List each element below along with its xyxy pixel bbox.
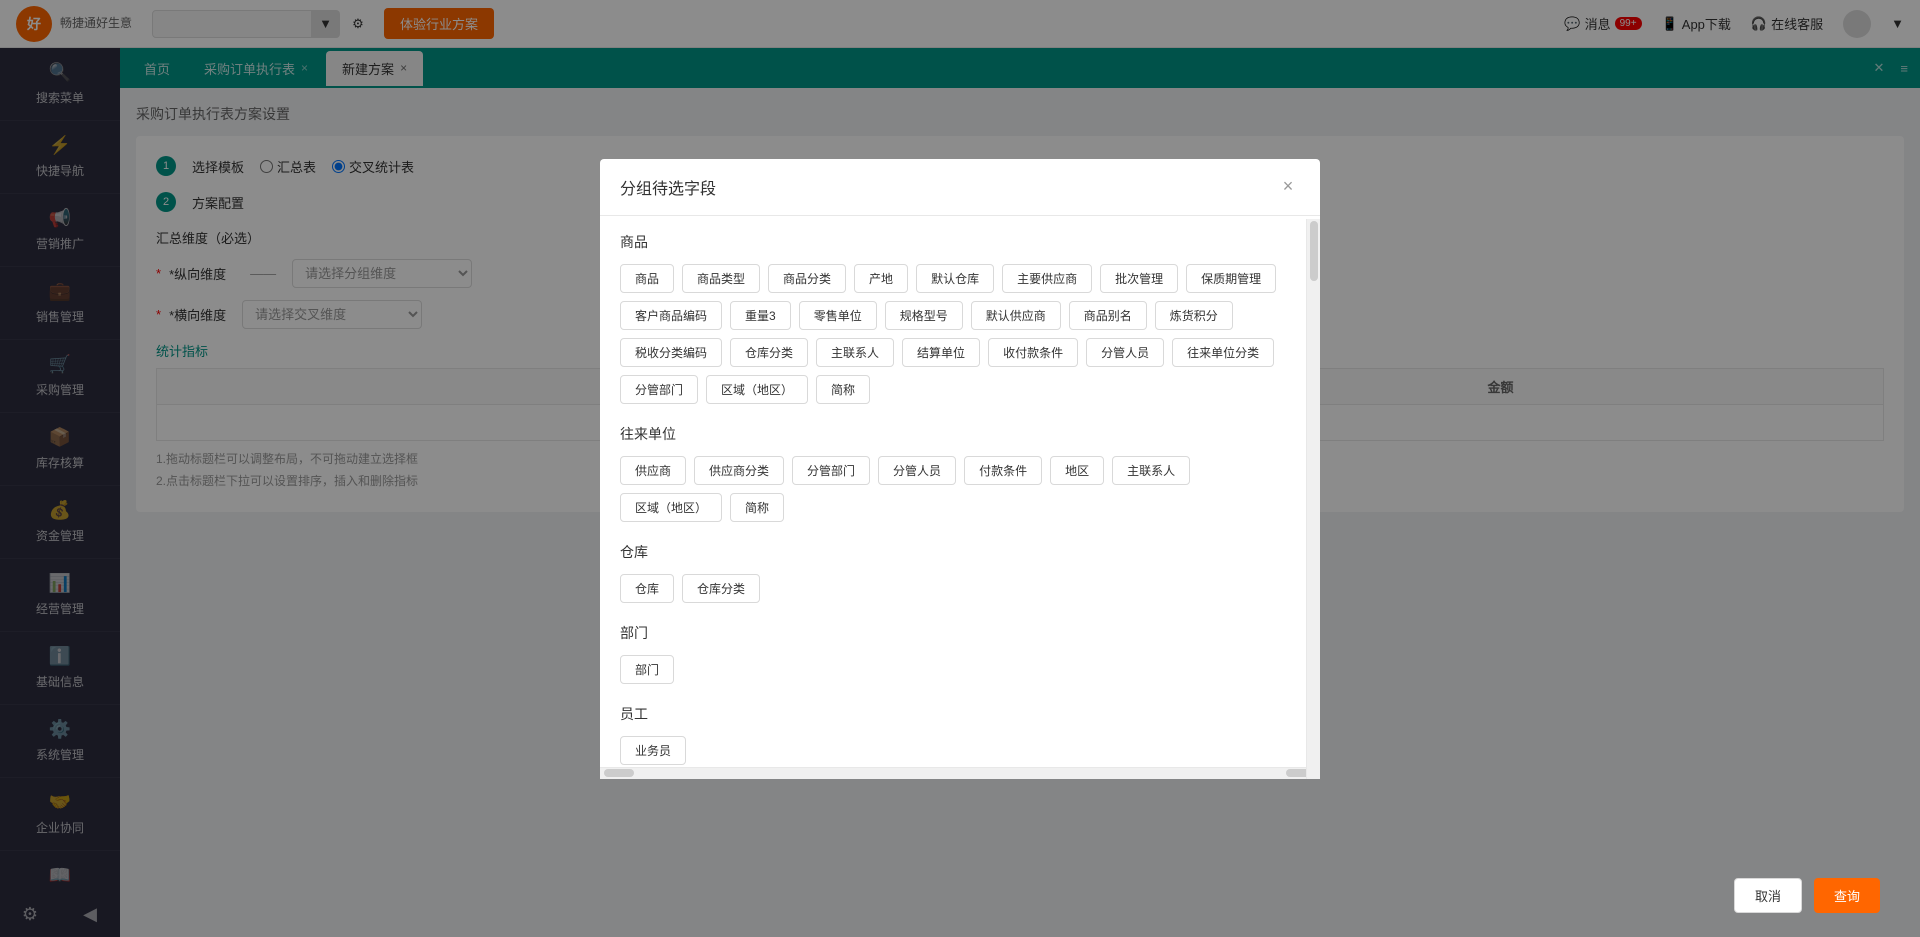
field-tag-0-20[interactable]: 分管人员 bbox=[1086, 338, 1164, 367]
field-tag-0-18[interactable]: 结算单位 bbox=[902, 338, 980, 367]
field-tag-1-4[interactable]: 付款条件 bbox=[964, 456, 1042, 485]
field-tag-0-0[interactable]: 商品 bbox=[620, 264, 674, 293]
field-tag-1-3[interactable]: 分管人员 bbox=[878, 456, 956, 485]
field-tag-1-2[interactable]: 分管部门 bbox=[792, 456, 870, 485]
field-tag-0-7[interactable]: 保质期管理 bbox=[1186, 264, 1276, 293]
field-tag-0-13[interactable]: 商品别名 bbox=[1069, 301, 1147, 330]
field-tag-0-6[interactable]: 批次管理 bbox=[1100, 264, 1178, 293]
field-tags-2: 仓库仓库分类 bbox=[620, 574, 1300, 603]
field-tag-0-8[interactable]: 客户商品编码 bbox=[620, 301, 722, 330]
field-tag-2-1[interactable]: 仓库分类 bbox=[682, 574, 760, 603]
field-tag-3-0[interactable]: 部门 bbox=[620, 655, 674, 684]
scrollbar-thumb[interactable] bbox=[1310, 221, 1318, 281]
field-section-4: 员工业务员 bbox=[620, 704, 1300, 765]
field-tag-1-1[interactable]: 供应商分类 bbox=[694, 456, 784, 485]
field-tag-0-24[interactable]: 简称 bbox=[816, 375, 870, 404]
field-tag-1-0[interactable]: 供应商 bbox=[620, 456, 686, 485]
field-tag-0-23[interactable]: 区域（地区） bbox=[706, 375, 808, 404]
cancel-button[interactable]: 取消 bbox=[1734, 878, 1802, 913]
modal-header: 分组待选字段 × bbox=[600, 159, 1320, 216]
field-tag-0-1[interactable]: 商品类型 bbox=[682, 264, 760, 293]
modal-title: 分组待选字段 bbox=[620, 175, 716, 199]
modal-overlay: 分组待选字段 × 商品商品商品类型商品分类产地默认仓库主要供应商批次管理保质期管… bbox=[0, 0, 1920, 937]
field-tag-0-9[interactable]: 重量3 bbox=[730, 301, 791, 330]
section-title-1: 往来单位 bbox=[620, 424, 1300, 444]
modal-dialog: 分组待选字段 × 商品商品商品类型商品分类产地默认仓库主要供应商批次管理保质期管… bbox=[600, 159, 1320, 779]
field-tag-0-15[interactable]: 税收分类编码 bbox=[620, 338, 722, 367]
modal-body: 商品商品商品类型商品分类产地默认仓库主要供应商批次管理保质期管理客户商品编码重量… bbox=[600, 216, 1320, 767]
scrollbar-track[interactable] bbox=[1306, 219, 1320, 779]
field-tags-3: 部门 bbox=[620, 655, 1300, 684]
section-title-3: 部门 bbox=[620, 623, 1300, 643]
field-tag-0-2[interactable]: 商品分类 bbox=[768, 264, 846, 293]
field-tag-0-14[interactable]: 炼货积分 bbox=[1155, 301, 1233, 330]
bottom-actions: 取消 查询 bbox=[1734, 878, 1880, 913]
field-tag-4-0[interactable]: 业务员 bbox=[620, 736, 686, 765]
field-section-2: 仓库仓库仓库分类 bbox=[620, 542, 1300, 603]
field-tags-0: 商品商品类型商品分类产地默认仓库主要供应商批次管理保质期管理客户商品编码重量3 零… bbox=[620, 264, 1300, 404]
h-scrollbar-track[interactable] bbox=[600, 767, 1320, 779]
h-scrollbar-thumb[interactable] bbox=[604, 769, 634, 777]
field-tag-1-5[interactable]: 地区 bbox=[1050, 456, 1104, 485]
field-tag-2-0[interactable]: 仓库 bbox=[620, 574, 674, 603]
field-tags-1: 供应商供应商分类分管部门分管人员付款条件地区主联系人区域（地区） 简称 bbox=[620, 456, 1300, 522]
field-tag-0-4[interactable]: 默认仓库 bbox=[916, 264, 994, 293]
section-title-4: 员工 bbox=[620, 704, 1300, 724]
field-tag-1-8[interactable]: 简称 bbox=[730, 493, 784, 522]
modal-close-button[interactable]: × bbox=[1276, 175, 1300, 199]
field-tag-1-7[interactable]: 区域（地区） bbox=[620, 493, 722, 522]
field-tag-0-21[interactable]: 往来单位分类 bbox=[1172, 338, 1274, 367]
field-section-1: 往来单位供应商供应商分类分管部门分管人员付款条件地区主联系人区域（地区） 简称 bbox=[620, 424, 1300, 522]
confirm-button[interactable]: 查询 bbox=[1814, 878, 1880, 913]
field-tag-0-11[interactable]: 规格型号 bbox=[885, 301, 963, 330]
field-section-0: 商品商品商品类型商品分类产地默认仓库主要供应商批次管理保质期管理客户商品编码重量… bbox=[620, 232, 1300, 404]
field-tags-4: 业务员 bbox=[620, 736, 1300, 765]
field-tag-0-19[interactable]: 收付款条件 bbox=[988, 338, 1078, 367]
field-tag-0-3[interactable]: 产地 bbox=[854, 264, 908, 293]
section-title-2: 仓库 bbox=[620, 542, 1300, 562]
field-tag-0-5[interactable]: 主要供应商 bbox=[1002, 264, 1092, 293]
field-tag-0-22[interactable]: 分管部门 bbox=[620, 375, 698, 404]
field-tag-0-16[interactable]: 仓库分类 bbox=[730, 338, 808, 367]
field-tag-0-10[interactable]: 零售单位 bbox=[799, 301, 877, 330]
field-tag-0-12[interactable]: 默认供应商 bbox=[971, 301, 1061, 330]
section-title-0: 商品 bbox=[620, 232, 1300, 252]
field-tag-0-17[interactable]: 主联系人 bbox=[816, 338, 894, 367]
field-section-3: 部门部门 bbox=[620, 623, 1300, 684]
field-tag-1-6[interactable]: 主联系人 bbox=[1112, 456, 1190, 485]
